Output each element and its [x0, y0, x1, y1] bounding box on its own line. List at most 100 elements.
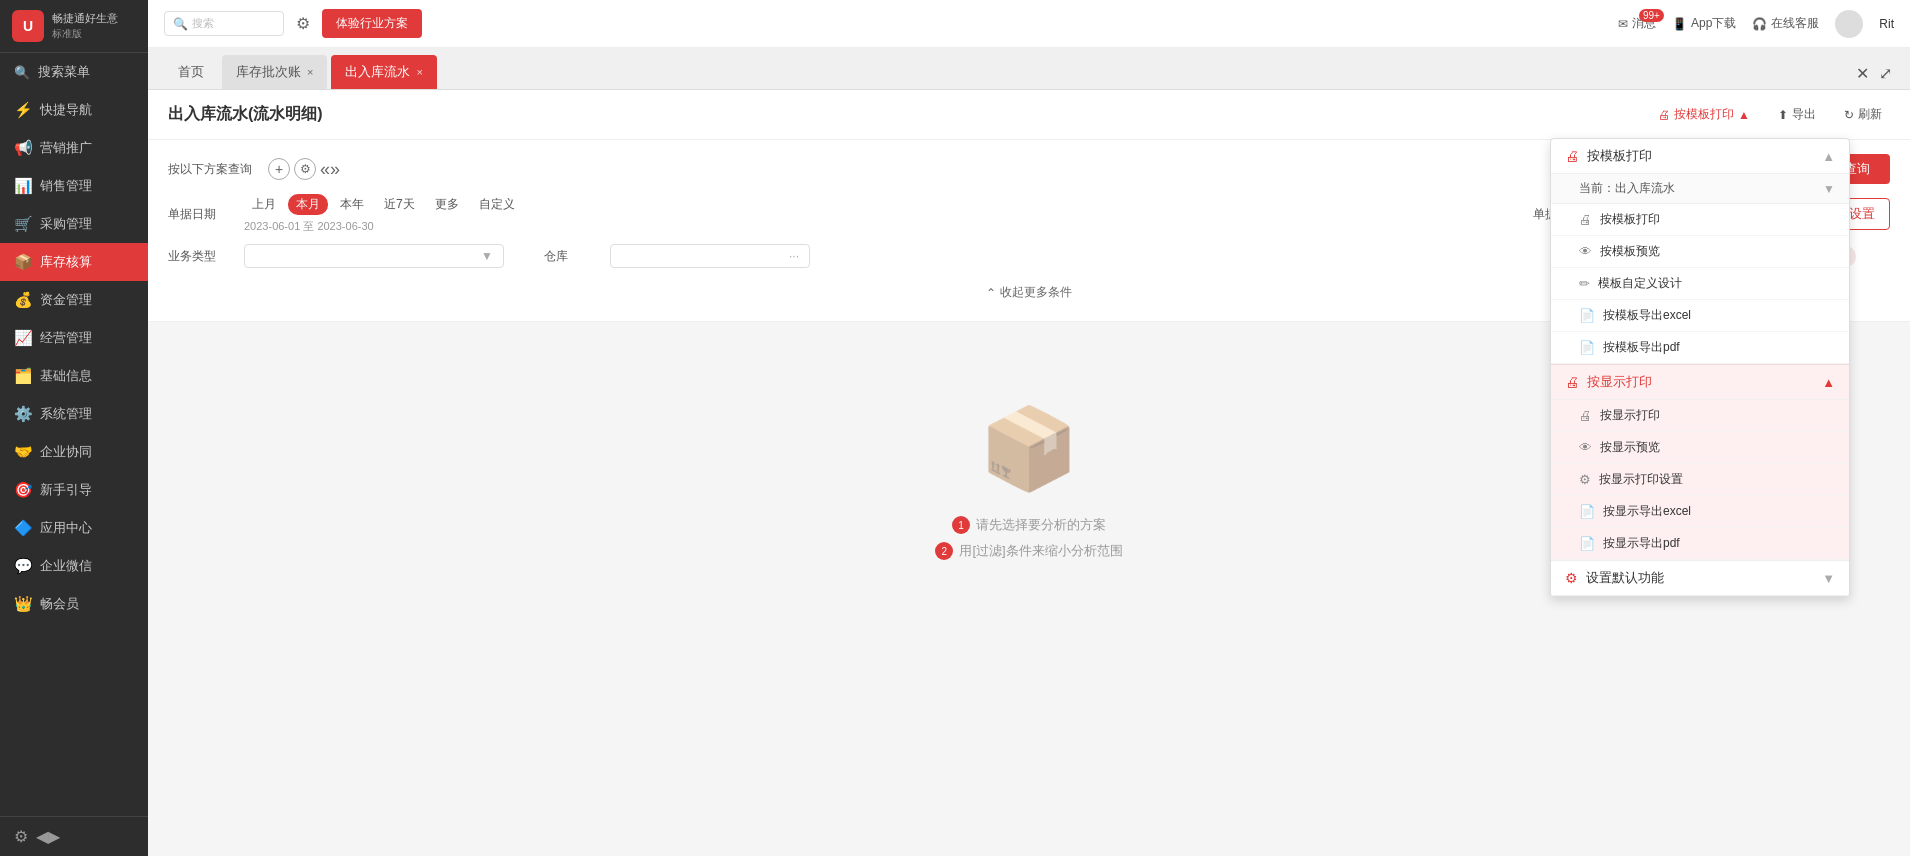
sidebar-item-label: 应用中心 — [40, 519, 92, 537]
search-icon: 🔍 — [173, 17, 188, 31]
tab-batch-account[interactable]: 库存批次账 × — [222, 55, 327, 89]
message-badge: 99+ — [1639, 9, 1664, 22]
settings-icon: ⚙ — [1565, 570, 1578, 586]
date-chip-this-year[interactable]: 本年 — [332, 194, 372, 215]
sidebar-item-purchase[interactable]: 🛒 采购管理 — [0, 205, 148, 243]
sidebar-item-label: 畅会员 — [40, 595, 79, 613]
template-custom-item-label: 模板自定义设计 — [1598, 275, 1682, 292]
printer-icon: 🖨 — [1565, 148, 1579, 164]
app-version: 标准版 — [52, 27, 118, 41]
template-preview-item-label: 按模板预览 — [1600, 243, 1660, 260]
display-print-settings-item[interactable]: ⚙ 按显示打印设置 — [1551, 464, 1849, 496]
sidebar-item-label: 采购管理 — [40, 215, 92, 233]
display-export-excel-item[interactable]: 📄 按显示导出excel — [1551, 496, 1849, 528]
app-download-action[interactable]: 📱 App下载 — [1672, 15, 1736, 32]
window-close-icon[interactable]: ✕ — [1854, 62, 1871, 85]
date-chip-last-month[interactable]: 上月 — [244, 194, 284, 215]
sidebar-item-sales[interactable]: 📊 销售管理 — [0, 167, 148, 205]
refresh-label: 刷新 — [1858, 106, 1882, 123]
collapse-sidebar-icon[interactable]: ◀▶ — [36, 827, 60, 846]
sidebar-item-label: 基础信息 — [40, 367, 92, 385]
inventory-icon: 📦 — [14, 253, 32, 271]
tab-close-inout-flow[interactable]: × — [416, 66, 422, 78]
online-service-label: 在线客服 — [1771, 15, 1819, 32]
display-pdf-icon: 📄 — [1579, 536, 1595, 551]
date-chip-this-month[interactable]: 本月 — [288, 194, 328, 215]
business-type-select[interactable]: ▼ — [244, 244, 504, 268]
online-service-action[interactable]: 🎧 在线客服 — [1752, 15, 1819, 32]
template-export-excel-item[interactable]: 📄 按模板导出excel — [1551, 300, 1849, 332]
sidebar-item-membership[interactable]: 👑 畅会员 — [0, 585, 148, 623]
chevron-up-icon: ▲ — [1822, 149, 1835, 164]
sidebar-item-system[interactable]: ⚙️ 系统管理 — [0, 395, 148, 433]
industry-plan-button[interactable]: 体验行业方案 — [322, 9, 422, 38]
template-custom-item[interactable]: ✏ 模板自定义设计 — [1551, 268, 1849, 300]
settings-icon[interactable]: ⚙ — [14, 827, 28, 846]
message-action[interactable]: ✉ 消息 99+ — [1618, 15, 1656, 32]
tab-inout-flow-label: 出入库流水 — [345, 63, 410, 81]
sidebar-item-quick-nav[interactable]: ⚡ 快捷导航 — [0, 91, 148, 129]
sidebar-nav: ⚡ 快捷导航 📢 营销推广 📊 销售管理 🛒 采购管理 📦 库存核算 💰 资金管… — [0, 91, 148, 816]
topbar-search[interactable]: 🔍 搜索 — [164, 11, 284, 36]
date-chip-custom[interactable]: 自定义 — [471, 194, 523, 215]
default-settings-section[interactable]: ⚙ 设置默认功能 ▼ — [1551, 560, 1849, 596]
display-print-item[interactable]: 🖨 按显示打印 — [1551, 400, 1849, 432]
sidebar-item-wechat[interactable]: 💬 企业微信 — [0, 547, 148, 585]
sidebar-item-basic[interactable]: 🗂️ 基础信息 — [0, 357, 148, 395]
step-1-text: 请先选择要分析的方案 — [976, 516, 1106, 534]
system-icon: ⚙️ — [14, 405, 32, 423]
sidebar-item-cooperation[interactable]: 🤝 企业协同 — [0, 433, 148, 471]
message-icon: ✉ — [1618, 17, 1628, 31]
topbar: 🔍 搜索 ⚙ 体验行业方案 ✉ 消息 99+ 📱 App下载 🎧 在线客服 Ri… — [148, 0, 1910, 48]
window-expand-icon[interactable]: ⤢ — [1877, 62, 1894, 85]
export-btn[interactable]: ⬆ 导出 — [1770, 102, 1824, 127]
display-preview-item[interactable]: 👁 按显示预览 — [1551, 432, 1849, 464]
guide-icon: 🎯 — [14, 481, 32, 499]
template-print-label: 按模板打印 — [1674, 106, 1734, 123]
sidebar-item-guide[interactable]: 🎯 新手引导 — [0, 471, 148, 509]
app-download-label: App下载 — [1691, 15, 1736, 32]
finance-icon: 💰 — [14, 291, 32, 309]
template-print-item-label: 按模板打印 — [1600, 211, 1660, 228]
date-chip-more[interactable]: 更多 — [427, 194, 467, 215]
display-print-item-label: 按显示打印 — [1600, 407, 1660, 424]
sidebar-item-finance[interactable]: 💰 资金管理 — [0, 281, 148, 319]
tab-home[interactable]: 首页 — [164, 55, 218, 89]
current-template-label: 当前：出入库流水 — [1579, 180, 1675, 197]
sidebar-item-label: 企业微信 — [40, 557, 92, 575]
sidebar-item-label: 销售管理 — [40, 177, 92, 195]
refresh-btn[interactable]: ↻ 刷新 — [1836, 102, 1890, 127]
date-filter-label: 单据日期 — [168, 206, 228, 223]
date-chip-7days[interactable]: 近7天 — [376, 194, 423, 215]
display-export-pdf-item[interactable]: 📄 按显示导出pdf — [1551, 528, 1849, 560]
tab-close-batch-account[interactable]: × — [307, 66, 313, 78]
content-area: 出入库流水(流水明细) 🖨 按模板打印 ▲ ⬆ 导出 ↻ 刷新 — [148, 90, 1910, 856]
template-export-pdf-item[interactable]: 📄 按模板导出pdf — [1551, 332, 1849, 364]
wechat-icon: 💬 — [14, 557, 32, 575]
sidebar-item-inventory[interactable]: 📦 库存核算 — [0, 243, 148, 281]
template-preview-item[interactable]: 👁 按模板预览 — [1551, 236, 1849, 268]
tab-batch-account-label: 库存批次账 — [236, 63, 301, 81]
sidebar-item-operations[interactable]: 📈 经营管理 — [0, 319, 148, 357]
filter-add-btn[interactable]: + — [268, 158, 290, 180]
filter-collapse-btn[interactable]: «» — [320, 159, 340, 180]
sidebar-item-label: 经营管理 — [40, 329, 92, 347]
app-logo-icon: U — [12, 10, 44, 42]
display-print-section-header[interactable]: 🖨 按显示打印 ▲ — [1551, 364, 1849, 400]
topbar-gear-icon[interactable]: ⚙ — [296, 14, 310, 33]
more-icon: ··· — [789, 249, 799, 263]
page-title: 出入库流水(流水明细) — [168, 104, 323, 125]
user-avatar[interactable] — [1835, 10, 1863, 38]
sidebar-item-label: 系统管理 — [40, 405, 92, 423]
template-print-section-header[interactable]: 🖨 按模板打印 ▲ — [1551, 139, 1849, 174]
sidebar-search[interactable]: 🔍 搜索菜单 — [0, 53, 148, 91]
tab-inout-flow[interactable]: 出入库流水 × — [331, 55, 436, 89]
chevron-up-icon: ⌃ — [986, 286, 996, 300]
design-icon: ✏ — [1579, 276, 1590, 291]
sidebar-item-apps[interactable]: 🔷 应用中心 — [0, 509, 148, 547]
template-print-item[interactable]: 🖨 按模板打印 — [1551, 204, 1849, 236]
warehouse-select[interactable]: ··· — [610, 244, 810, 268]
template-print-btn[interactable]: 🖨 按模板打印 ▲ — [1650, 102, 1758, 127]
filter-gear-btn[interactable]: ⚙ — [294, 158, 316, 180]
sidebar-item-marketing[interactable]: 📢 营销推广 — [0, 129, 148, 167]
